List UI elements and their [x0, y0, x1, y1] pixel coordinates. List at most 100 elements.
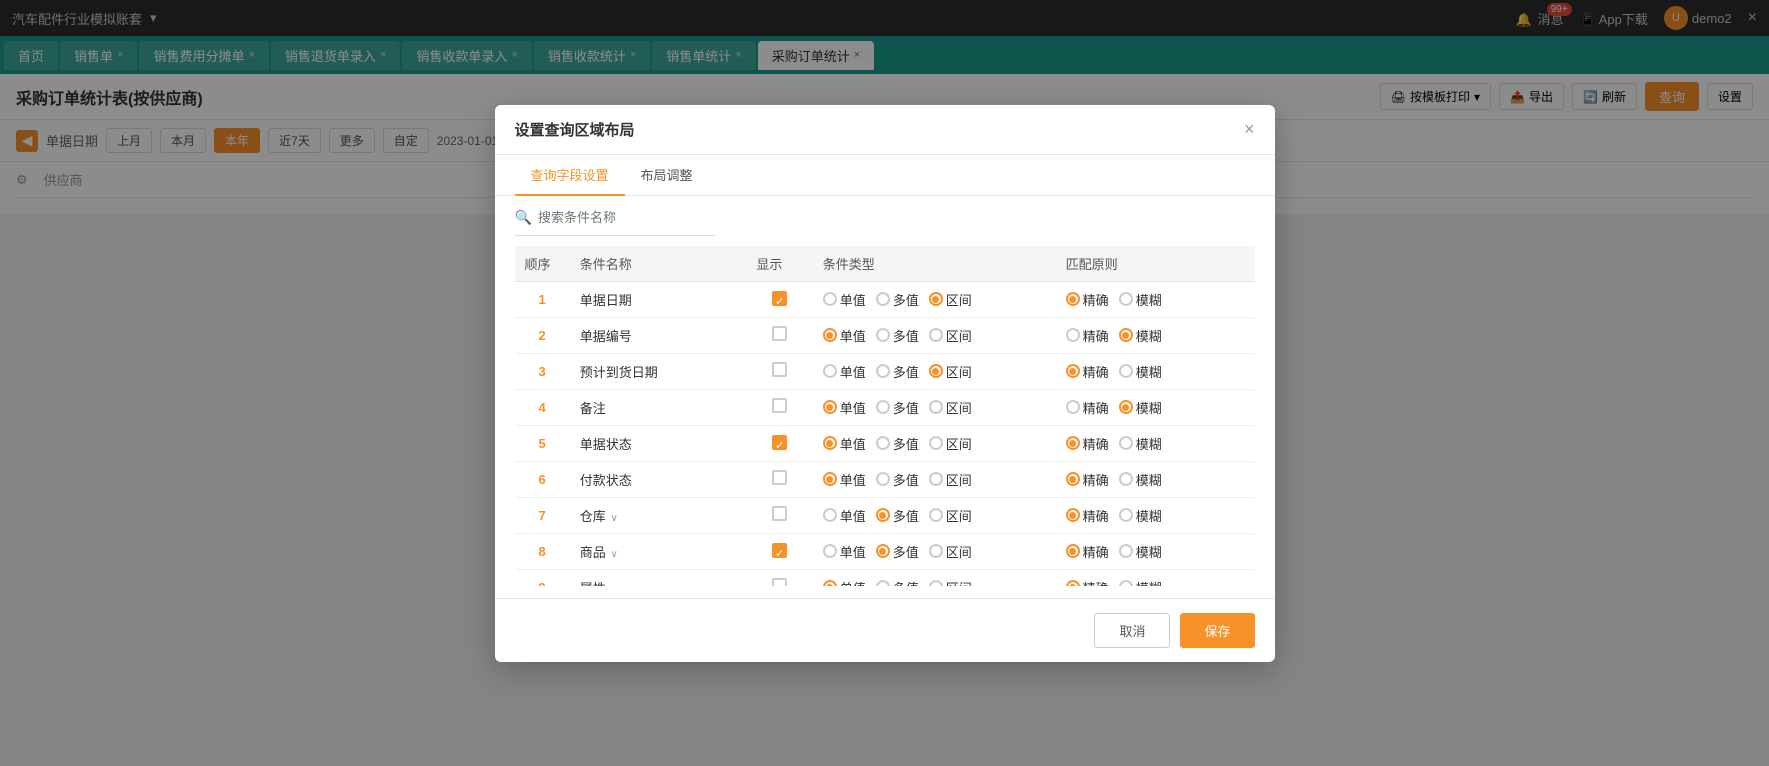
- radio-label: 多值: [893, 470, 919, 489]
- show-checkbox[interactable]: [772, 291, 787, 306]
- radio-circle: [1066, 580, 1080, 586]
- cell-type: 单值 多值 区间: [813, 353, 1056, 389]
- show-checkbox[interactable]: [772, 326, 787, 341]
- modal-overlay: 设置查询区域布局 × 查询字段设置 布局调整 🔍: [0, 0, 1769, 766]
- modal-footer: 取消 保存: [495, 598, 1275, 662]
- radio-item-type-区间[interactable]: 区间: [929, 506, 972, 525]
- radio-item-match-精确[interactable]: 精确: [1066, 542, 1109, 561]
- radio-item-type-单值[interactable]: 单值: [823, 506, 866, 525]
- search-condition-input[interactable]: [532, 208, 715, 227]
- cell-show[interactable]: [746, 317, 812, 353]
- cell-show[interactable]: [746, 461, 812, 497]
- radio-item-type-单值[interactable]: 单值: [823, 362, 866, 381]
- radio-item-type-单值[interactable]: 单值: [823, 326, 866, 345]
- radio-item-match-精确[interactable]: 精确: [1066, 506, 1109, 525]
- radio-label: 模糊: [1136, 398, 1162, 417]
- show-checkbox[interactable]: [772, 398, 787, 413]
- radio-label: 区间: [946, 362, 972, 381]
- modal-close-btn[interactable]: ×: [1244, 120, 1255, 138]
- show-checkbox[interactable]: [772, 435, 787, 450]
- radio-item-type-多值[interactable]: 多值: [876, 506, 919, 525]
- radio-label: 区间: [946, 578, 972, 586]
- radio-item-type-多值[interactable]: 多值: [876, 578, 919, 586]
- show-checkbox[interactable]: [772, 506, 787, 521]
- show-checkbox[interactable]: [772, 543, 787, 558]
- radio-item-type-单值[interactable]: 单值: [823, 398, 866, 417]
- radio-circle: [1066, 472, 1080, 486]
- show-checkbox[interactable]: [772, 362, 787, 377]
- radio-item-type-多值[interactable]: 多值: [876, 362, 919, 381]
- radio-item-match-精确[interactable]: 精确: [1066, 578, 1109, 586]
- radio-item-type-多值[interactable]: 多值: [876, 290, 919, 309]
- radio-label: 精确: [1083, 290, 1109, 309]
- radio-item-match-精确[interactable]: 精确: [1066, 470, 1109, 489]
- chevron-down-icon[interactable]: ∨: [608, 549, 618, 560]
- radio-item-match-精确[interactable]: 精确: [1066, 362, 1109, 381]
- radio-item-match-模糊[interactable]: 模糊: [1119, 506, 1162, 525]
- col-header-show: 显示: [746, 246, 812, 282]
- cell-show[interactable]: [746, 425, 812, 461]
- cell-match: 精确模糊: [1056, 533, 1255, 569]
- cell-show[interactable]: [746, 281, 812, 317]
- radio-item-type-区间[interactable]: 区间: [929, 398, 972, 417]
- radio-item-type-区间[interactable]: 区间: [929, 362, 972, 381]
- chevron-down-icon[interactable]: ∨: [608, 513, 618, 524]
- type-radio-group: 单值 多值 区间: [823, 362, 1046, 381]
- cell-show[interactable]: [746, 569, 812, 586]
- radio-item-match-模糊[interactable]: 模糊: [1119, 398, 1162, 417]
- radio-item-match-模糊[interactable]: 模糊: [1119, 470, 1162, 489]
- radio-item-match-模糊[interactable]: 模糊: [1119, 290, 1162, 309]
- radio-item-type-区间[interactable]: 区间: [929, 578, 972, 586]
- radio-item-match-精确[interactable]: 精确: [1066, 326, 1109, 345]
- tab-layout-adjust[interactable]: 布局调整: [625, 155, 709, 196]
- cell-show[interactable]: [746, 533, 812, 569]
- chevron-down-icon[interactable]: ∨: [608, 585, 618, 586]
- radio-item-type-多值[interactable]: 多值: [876, 470, 919, 489]
- save-button[interactable]: 保存: [1180, 613, 1254, 648]
- radio-item-type-单值[interactable]: 单值: [823, 434, 866, 453]
- radio-circle: [1066, 364, 1080, 378]
- radio-label: 单值: [840, 290, 866, 309]
- radio-item-type-多值[interactable]: 多值: [876, 326, 919, 345]
- radio-item-match-精确[interactable]: 精确: [1066, 434, 1109, 453]
- radio-label: 单值: [840, 398, 866, 417]
- radio-item-type-单值[interactable]: 单值: [823, 290, 866, 309]
- cell-name: 预计到货日期: [570, 353, 747, 389]
- show-checkbox[interactable]: [772, 578, 787, 586]
- cell-show[interactable]: [746, 497, 812, 533]
- tab-query-fields[interactable]: 查询字段设置: [515, 155, 625, 196]
- radio-circle: [823, 328, 837, 342]
- cell-show[interactable]: [746, 389, 812, 425]
- col-header-type: 条件类型: [813, 246, 1056, 282]
- radio-item-match-模糊[interactable]: 模糊: [1119, 326, 1162, 345]
- radio-circle: [1119, 544, 1133, 558]
- radio-item-match-精确[interactable]: 精确: [1066, 290, 1109, 309]
- radio-circle: [1119, 364, 1133, 378]
- radio-item-type-区间[interactable]: 区间: [929, 326, 972, 345]
- radio-item-type-多值[interactable]: 多值: [876, 398, 919, 417]
- radio-item-type-区间[interactable]: 区间: [929, 434, 972, 453]
- radio-item-type-多值[interactable]: 多值: [876, 434, 919, 453]
- radio-item-match-模糊[interactable]: 模糊: [1119, 362, 1162, 381]
- radio-label: 多值: [893, 362, 919, 381]
- cell-match: 精确模糊: [1056, 461, 1255, 497]
- radio-item-match-精确[interactable]: 精确: [1066, 398, 1109, 417]
- radio-circle: [929, 436, 943, 450]
- radio-item-type-区间[interactable]: 区间: [929, 470, 972, 489]
- radio-item-match-模糊[interactable]: 模糊: [1119, 542, 1162, 561]
- radio-label: 多值: [893, 542, 919, 561]
- match-radio-group: 精确 模糊: [1066, 578, 1245, 586]
- radio-item-type-单值[interactable]: 单值: [823, 470, 866, 489]
- radio-item-type-多值[interactable]: 多值: [876, 542, 919, 561]
- cell-show[interactable]: [746, 353, 812, 389]
- config-table-scroll[interactable]: 顺序 条件名称 显示 条件类型 匹配原则 1单据日期单值多值区间精确模糊2单据编…: [515, 246, 1255, 586]
- radio-item-type-单值[interactable]: 单值: [823, 578, 866, 586]
- radio-item-type-区间[interactable]: 区间: [929, 290, 972, 309]
- radio-item-type-区间[interactable]: 区间: [929, 542, 972, 561]
- show-checkbox[interactable]: [772, 470, 787, 485]
- cancel-button[interactable]: 取消: [1094, 613, 1170, 648]
- radio-circle: [1066, 508, 1080, 522]
- radio-item-type-单值[interactable]: 单值: [823, 542, 866, 561]
- radio-item-match-模糊[interactable]: 模糊: [1119, 578, 1162, 586]
- radio-item-match-模糊[interactable]: 模糊: [1119, 434, 1162, 453]
